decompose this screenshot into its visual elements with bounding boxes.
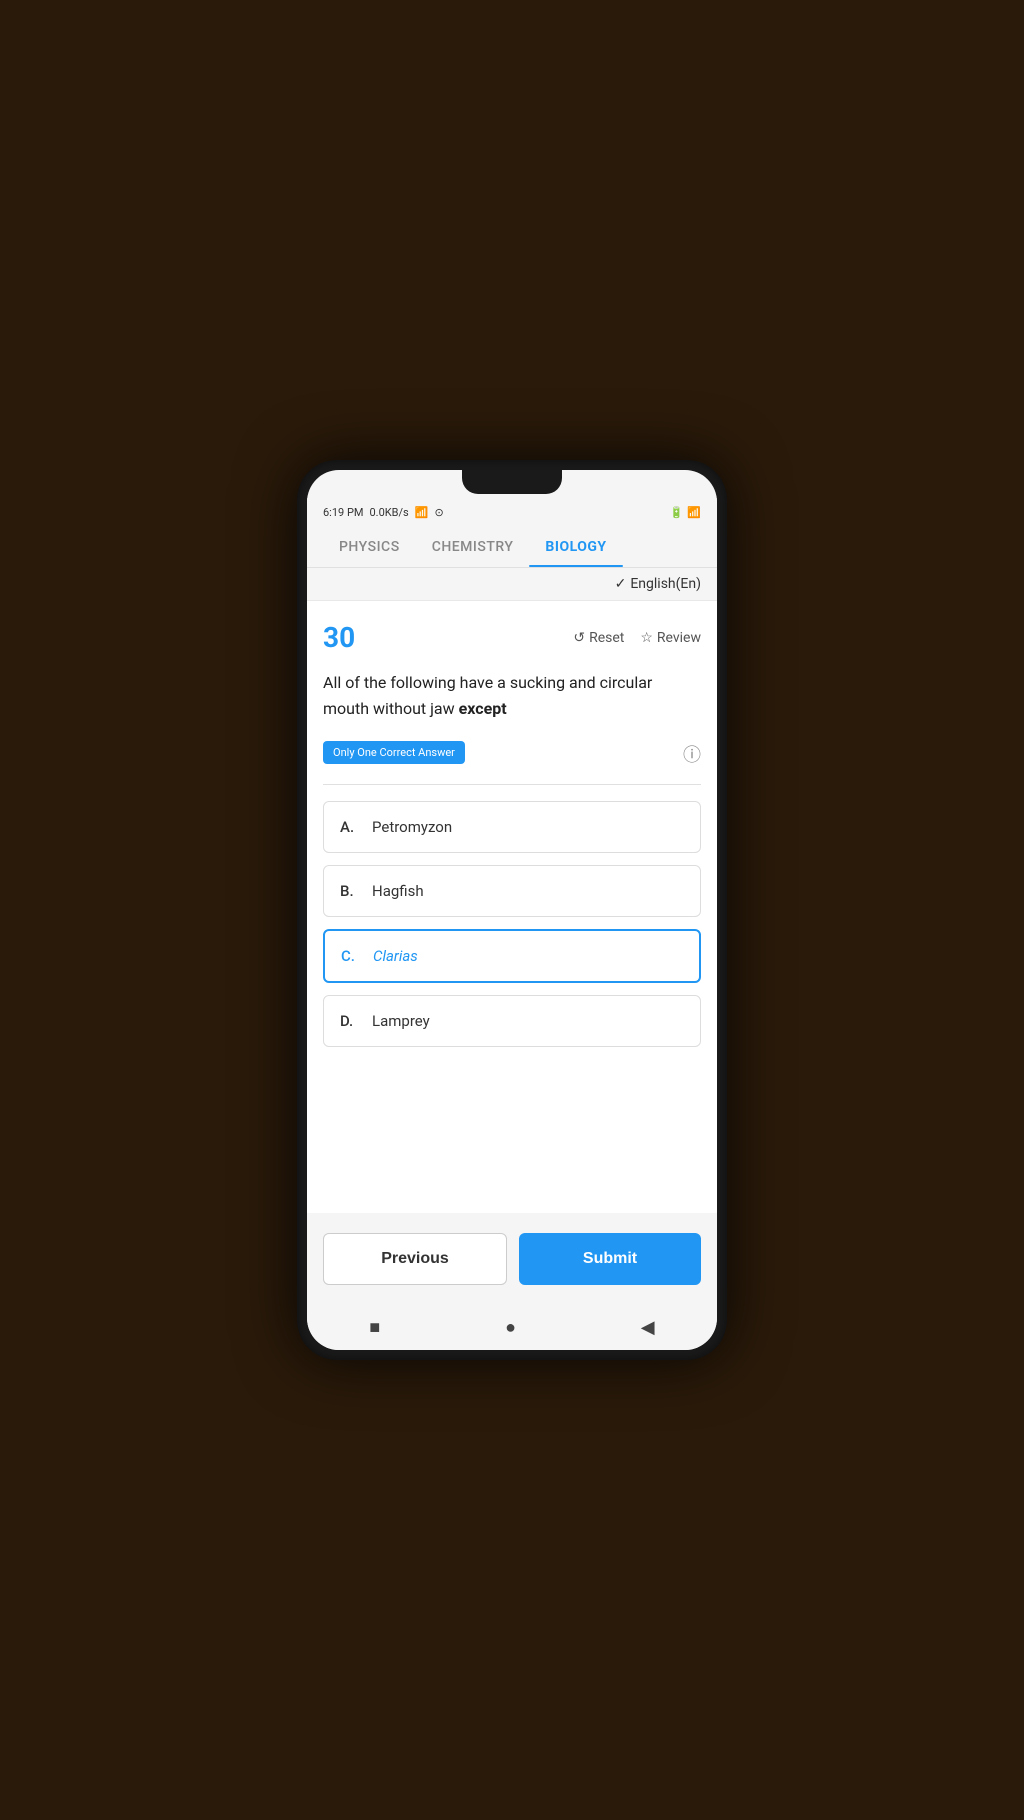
language-label: English(En) (630, 576, 701, 592)
tab-physics[interactable]: PHYSICS (323, 527, 416, 567)
battery-icon: 🔋 (670, 506, 684, 519)
check-icon: ✓ (615, 576, 627, 592)
camera-icon: ⊙ (434, 506, 443, 519)
stop-icon[interactable]: ■ (369, 1317, 380, 1338)
status-left: 6:19 PM 0.0KB/s 📶 ⊙ (323, 506, 444, 519)
nav-bar: ■ ● ◀ (307, 1305, 717, 1350)
reset-label: Reset (589, 630, 624, 646)
option-c[interactable]: C. Clarias (323, 929, 701, 983)
review-button[interactable]: ☆ Review (640, 630, 701, 646)
question-header: 30 ↺ Reset ☆ Review (323, 621, 701, 654)
option-d[interactable]: D. Lamprey (323, 995, 701, 1047)
submit-button[interactable]: Submit (519, 1233, 701, 1285)
option-b-text: Hagfish (372, 882, 424, 900)
answer-type-badge: Only One Correct Answer (323, 741, 465, 764)
option-c-text: Clarias (373, 947, 418, 965)
time-display: 6:19 PM (323, 506, 363, 519)
back-icon[interactable]: ◀ (641, 1317, 655, 1338)
language-selector[interactable]: ✓ English(En) (615, 576, 701, 592)
option-a[interactable]: A. Petromyzon (323, 801, 701, 853)
question-emphasis: except (459, 699, 507, 718)
star-icon: ☆ (640, 630, 653, 646)
phone-frame: 6:19 PM 0.0KB/s 📶 ⊙ 🔋 📶 PHYSICS CHEMISTR… (297, 460, 727, 1360)
tab-biology[interactable]: BIOLOGY (529, 527, 622, 567)
option-d-label: D. (340, 1012, 360, 1030)
divider (323, 784, 701, 785)
language-bar: ✓ English(En) (307, 568, 717, 601)
previous-button[interactable]: Previous (323, 1233, 507, 1285)
review-label: Review (657, 630, 701, 646)
tab-bar: PHYSICS CHEMISTRY BIOLOGY (307, 527, 717, 568)
info-icon[interactable]: ⓘ (683, 741, 701, 767)
status-right: 🔋 📶 (670, 506, 701, 519)
options-list: A. Petromyzon B. Hagfish C. Clarias D. L… (323, 801, 701, 1047)
home-icon[interactable]: ● (505, 1317, 516, 1338)
question-text: All of the following have a sucking and … (323, 670, 701, 721)
wifi-icon: 📶 (415, 506, 429, 519)
main-content: 30 ↺ Reset ☆ Review All of the following… (307, 601, 717, 1213)
option-d-text: Lamprey (372, 1012, 430, 1030)
phone-screen: 6:19 PM 0.0KB/s 📶 ⊙ 🔋 📶 PHYSICS CHEMISTR… (307, 470, 717, 1350)
status-bar: 6:19 PM 0.0KB/s 📶 ⊙ 🔋 📶 (307, 498, 717, 527)
option-b[interactable]: B. Hagfish (323, 865, 701, 917)
reset-icon: ↺ (573, 630, 585, 646)
option-c-label: C. (341, 947, 361, 965)
notch (462, 470, 562, 494)
reset-button[interactable]: ↺ Reset (573, 630, 624, 646)
option-a-label: A. (340, 818, 360, 836)
bottom-actions: Previous Submit (307, 1213, 717, 1305)
tab-chemistry[interactable]: CHEMISTRY (416, 527, 530, 567)
network-speed: 0.0KB/s (369, 506, 408, 519)
question-number: 30 (323, 621, 355, 654)
question-actions: ↺ Reset ☆ Review (573, 630, 701, 646)
option-b-label: B. (340, 882, 360, 900)
signal-icon: 📶 (687, 506, 701, 519)
option-a-text: Petromyzon (372, 818, 452, 836)
answer-type-container: Only One Correct Answer ⓘ (323, 741, 701, 772)
